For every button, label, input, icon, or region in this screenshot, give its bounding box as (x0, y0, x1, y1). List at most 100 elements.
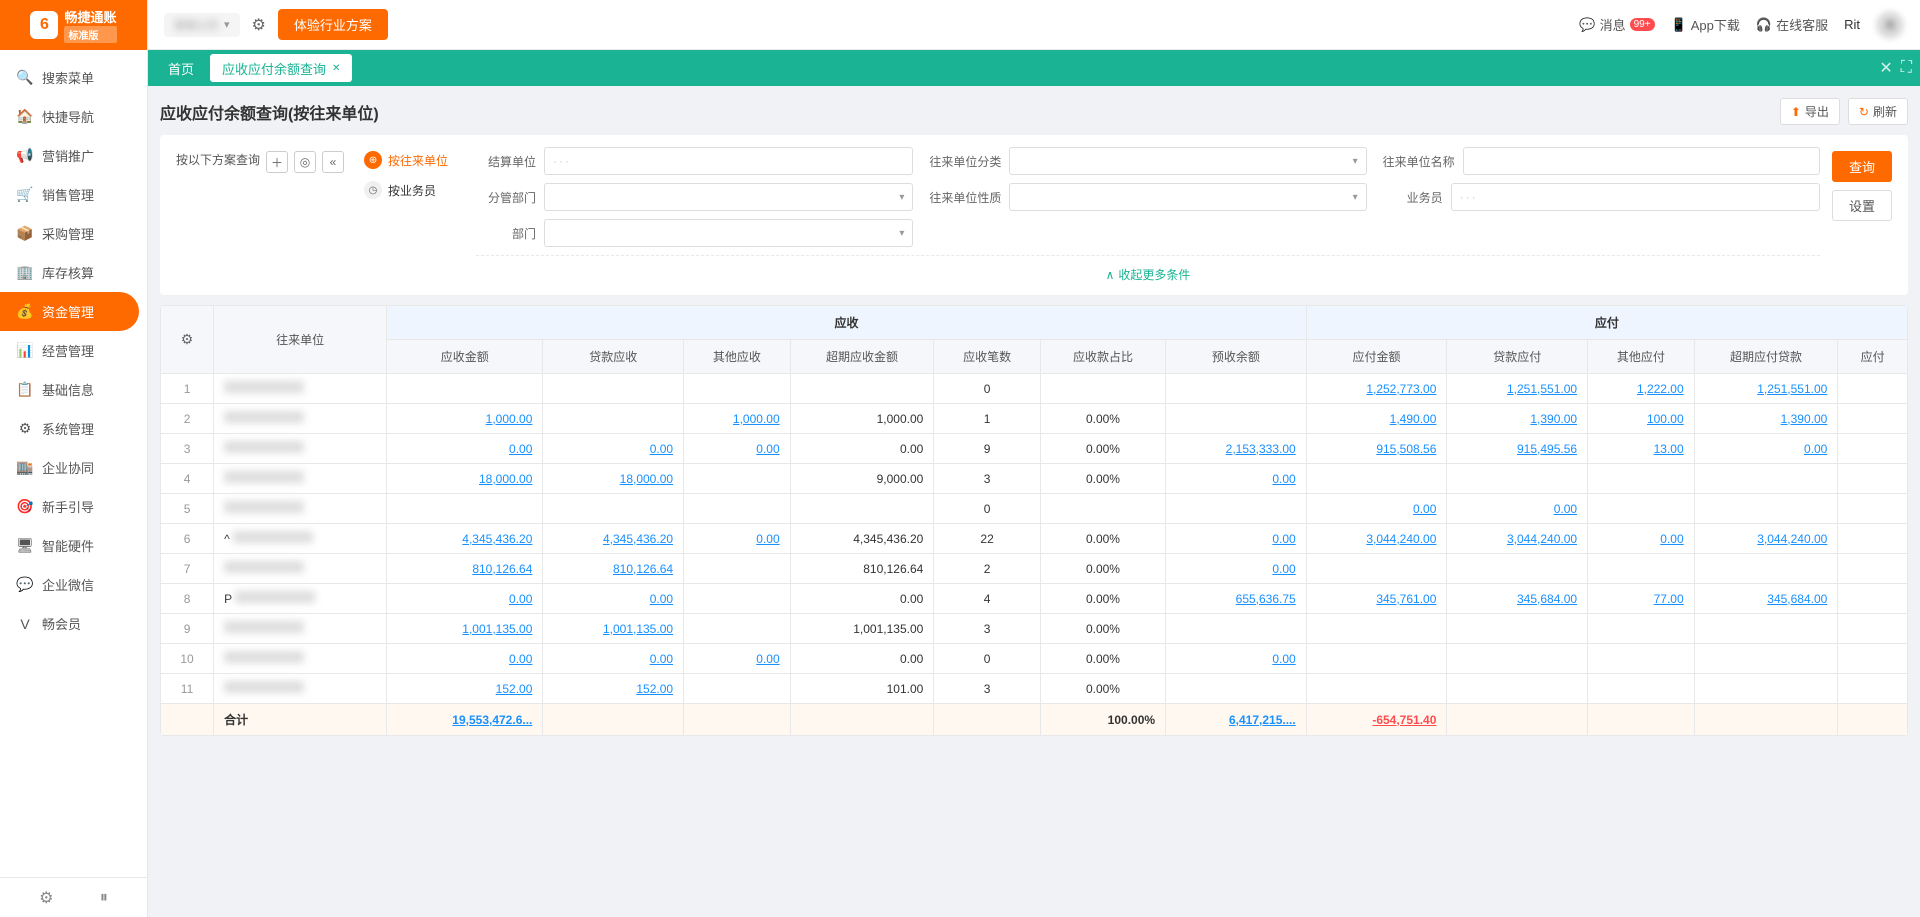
table-cell[interactable]: 0.00 (387, 644, 543, 674)
table-cell[interactable]: 1,000.00 (684, 404, 791, 434)
table-cell[interactable]: 810,126.64 (387, 554, 543, 584)
table-cell[interactable]: 1,001,135.00 (387, 614, 543, 644)
table-cell[interactable]: 152.00 (543, 674, 684, 704)
table-cell[interactable]: 1,000.00 (387, 404, 543, 434)
table-cell[interactable]: 0.00 (684, 524, 791, 554)
set-btn[interactable]: 设置 (1832, 190, 1892, 221)
table-cell[interactable]: 4,345,436.20 (387, 524, 543, 554)
table-cell[interactable]: 0.00 (1166, 524, 1307, 554)
table-cell[interactable]: 0.00 (387, 584, 543, 614)
sidebar-item-member[interactable]: V 畅会员 (0, 604, 147, 643)
table-cell[interactable]: 0.00 (684, 434, 791, 464)
filter-collapse-btn[interactable]: « (322, 151, 344, 173)
table-cell[interactable]: 345,684.00 (1447, 584, 1588, 614)
table-cell[interactable]: 3,044,240.00 (1306, 524, 1447, 554)
table-cell[interactable]: 18,000.00 (387, 464, 543, 494)
table-cell[interactable]: 345,684.00 (1694, 584, 1838, 614)
company-selector[interactable]: 某某公司 ▾ (164, 13, 240, 37)
sidebar-item-wechat[interactable]: 💬 企业微信 (0, 565, 147, 604)
sidebar-item-sales[interactable]: 🛒 销售管理 (0, 175, 147, 214)
footer-ap-total[interactable]: -654,751.40 (1306, 704, 1447, 736)
sidebar-item-guide[interactable]: 🎯 新手引导 (0, 487, 147, 526)
tab-home[interactable]: 首页 (156, 54, 206, 82)
schema-tab-salesperson[interactable]: ◷ 按业务员 (356, 177, 456, 203)
table-cell[interactable]: 1,390.00 (1694, 404, 1838, 434)
table-cell[interactable]: 152.00 (387, 674, 543, 704)
table-cell[interactable]: 0.00 (1447, 494, 1588, 524)
filter-settlement-input[interactable]: ··· (544, 147, 913, 175)
table-cell[interactable]: 1,251,551.00 (1447, 374, 1588, 404)
table-cell[interactable]: 0.00 (1166, 554, 1307, 584)
table-cell[interactable]: 18,000.00 (543, 464, 684, 494)
filter-section-input[interactable]: ▾ (544, 219, 913, 247)
table-cell[interactable]: 1,490.00 (1306, 404, 1447, 434)
export-btn[interactable]: ⬆ 导出 (1780, 98, 1840, 125)
tab-ar-ap[interactable]: 应收应付余额查询 ✕ (210, 54, 352, 82)
sidebar-item-system[interactable]: ⚙ 系统管理 (0, 409, 147, 448)
sidebar-item-enterprise[interactable]: 🏬 企业协同 (0, 448, 147, 487)
table-cell[interactable]: 3,044,240.00 (1447, 524, 1588, 554)
filter-partner-nature-input[interactable]: ▾ (1009, 183, 1366, 211)
query-btn[interactable]: 查询 (1832, 151, 1892, 182)
table-settings-icon[interactable]: ⚙ (181, 331, 194, 347)
table-cell[interactable]: 0.00 (1166, 464, 1307, 494)
collapse-more-btn[interactable]: ∧ 收起更多条件 (1106, 266, 1191, 283)
table-cell[interactable]: 77.00 (1588, 584, 1695, 614)
table-cell[interactable]: 1,001,135.00 (543, 614, 684, 644)
table-cell[interactable]: 810,126.64 (543, 554, 684, 584)
col-settings[interactable]: ⚙ (161, 306, 214, 374)
filter-salesperson-input[interactable]: ··· (1451, 183, 1820, 211)
table-cell[interactable]: 1,251,551.00 (1694, 374, 1838, 404)
sidebar-item-inventory[interactable]: 🏢 库存核算 (0, 253, 147, 292)
filter-partner-category-input[interactable]: ▾ (1009, 147, 1366, 175)
sidebar-item-marketing[interactable]: 📢 营销推广 (0, 136, 147, 175)
online-service-btn[interactable]: 🎧 在线客服 (1756, 15, 1828, 34)
user-avatar[interactable]: 用 (1876, 11, 1904, 39)
table-cell[interactable]: 0.00 (387, 434, 543, 464)
sidebar-item-search[interactable]: 🔍 搜索菜单 (0, 58, 147, 97)
sidebar-item-quick-nav[interactable]: 🏠 快捷导航 (0, 97, 147, 136)
table-cell[interactable]: 0.00 (543, 584, 684, 614)
table-cell[interactable]: 100.00 (1588, 404, 1695, 434)
tab-close-icon[interactable]: ✕ (332, 63, 340, 74)
filter-dept-input[interactable]: ▾ (544, 183, 913, 211)
footer-ar-total[interactable]: 19,553,472.6... (387, 704, 543, 736)
messages-btn[interactable]: 💬 消息 99+ (1579, 15, 1654, 34)
table-cell[interactable]: 0.00 (1166, 644, 1307, 674)
sidebar-collapse-icon[interactable]: ⏸ (100, 889, 108, 907)
footer-ar-prepay[interactable]: 6,417,215.... (1166, 704, 1307, 736)
table-cell[interactable]: 655,636.75 (1166, 584, 1307, 614)
table-cell[interactable]: 1,222.00 (1588, 374, 1695, 404)
table-cell[interactable]: 0.00 (543, 644, 684, 674)
table-cell[interactable]: 4,345,436.20 (543, 524, 684, 554)
filter-partner-name-input[interactable] (1463, 147, 1820, 175)
table-cell[interactable]: 0.00 (1588, 524, 1695, 554)
schema-tab-partner[interactable]: ⊕ 按往来单位 (356, 147, 456, 173)
table-cell[interactable]: 1,252,773.00 (1306, 374, 1447, 404)
filter-config-btn[interactable]: ◎ (294, 151, 316, 173)
table-cell[interactable]: 0.00 (543, 434, 684, 464)
filter-add-btn[interactable]: ＋ (266, 151, 288, 173)
app-download-btn[interactable]: 📱 App下载 (1671, 15, 1740, 34)
sidebar-item-hardware[interactable]: 🖥 智能硬件 (0, 526, 147, 565)
close-window-icon[interactable]: ✕ (1879, 58, 1892, 78)
table-cell[interactable]: 0.00 (1306, 494, 1447, 524)
table-cell[interactable]: 3,044,240.00 (1694, 524, 1838, 554)
table-cell[interactable]: 0.00 (1694, 434, 1838, 464)
table-cell[interactable]: 2,153,333.00 (1166, 434, 1307, 464)
table-cell[interactable]: 915,495.56 (1447, 434, 1588, 464)
sidebar-settings-icon[interactable]: ⚙ (39, 888, 53, 908)
sidebar-item-purchase[interactable]: 📦 采购管理 (0, 214, 147, 253)
table-cell[interactable]: 915,508.56 (1306, 434, 1447, 464)
sidebar-item-operations[interactable]: 📊 经营管理 (0, 331, 147, 370)
gear-icon[interactable]: ⚙ (252, 15, 266, 35)
sidebar-item-finance[interactable]: 💰 资金管理 (0, 292, 139, 331)
table-cell[interactable]: 1,390.00 (1447, 404, 1588, 434)
table-cell[interactable]: 13.00 (1588, 434, 1695, 464)
sidebar-item-basic-info[interactable]: 📋 基础信息 (0, 370, 147, 409)
refresh-btn[interactable]: ↻ 刷新 (1848, 98, 1908, 125)
table-cell[interactable]: 345,761.00 (1306, 584, 1447, 614)
maximize-icon[interactable]: ⛶ (1901, 59, 1912, 77)
table-cell[interactable]: 0.00 (684, 644, 791, 674)
trial-btn[interactable]: 体验行业方案 (278, 9, 388, 40)
